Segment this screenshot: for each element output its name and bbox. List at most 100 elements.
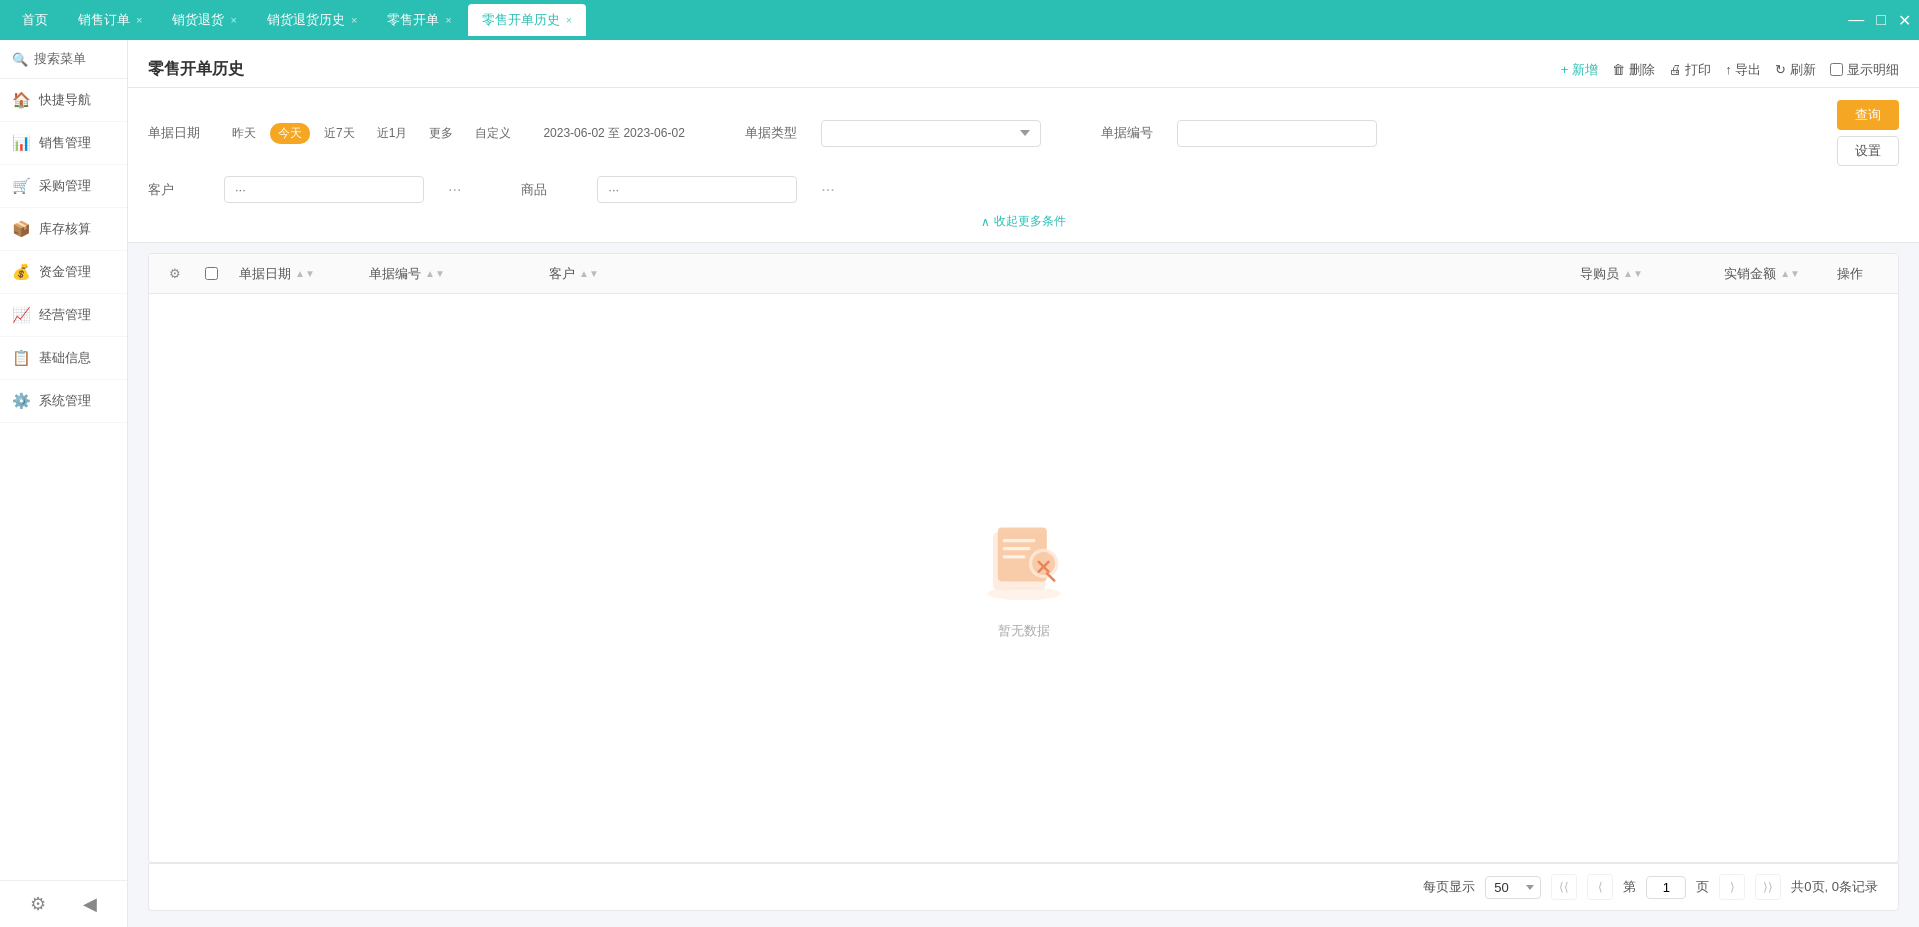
product-dots[interactable]: ··· [821,181,834,199]
customer-input[interactable] [224,176,424,203]
tab-label-sales-return-history: 销货退货历史 [267,11,345,29]
sidebar-items: 🏠 快捷导航 📊销售管理🛒采购管理📦库存核算💰资金管理 📈 经营管理 📋基础信息 ⚙️ 系统管… [0,79,127,423]
th-order-no-label: 单据编号 [369,265,421,283]
query-button[interactable]: 查询 [1837,100,1899,130]
th-order-no[interactable]: 单据编号 ▲▼ [359,265,539,283]
close-button[interactable]: ✕ [1898,11,1911,30]
sidebar-label-quick-nav: 快捷导航 [39,91,91,109]
th-date-sort-icon: ▲▼ [295,269,315,279]
tabs-container: 首页销售订单×销货退货×销货退货历史×零售开单×零售开单历史× [8,4,586,36]
shortcut-yesterday[interactable]: 昨天 [224,123,264,144]
customer-dots[interactable]: ··· [448,181,461,199]
th-amount[interactable]: 实销金额 ▲▼ [1690,265,1810,283]
th-guide-label: 导购员 [1580,265,1619,283]
sidebar-item-base-info[interactable]: 📋基础信息 [0,337,127,380]
collapse-label: 收起更多条件 [994,213,1066,230]
next-page-button[interactable]: ⟩ [1719,874,1745,900]
sidebar-label-sys-mgmt: 系统管理 [39,392,91,410]
delete-button[interactable]: 🗑 删除 [1612,61,1655,79]
svg-rect-4 [1002,547,1030,550]
prev-page-button[interactable]: ⟨ [1587,874,1613,900]
th-date-label: 单据日期 [239,265,291,283]
sidebar-item-finance[interactable]: 💰资金管理 [0,251,127,294]
shortcut-today[interactable]: 今天 [270,123,310,144]
table-container: ⚙ 单据日期 ▲▼ 单据编号 ▲▼ 客户 ▲▼ 导购员 [148,253,1899,863]
print-button[interactable]: 🖨 打印 [1669,61,1712,79]
tab-close-sales-return[interactable]: × [230,14,236,26]
th-amount-label: 实销金额 [1724,265,1776,283]
th-customer-sort-icon: ▲▼ [579,269,599,279]
toolbar: + 新增 🗑 删除 🖨 打印 ↑ 导出 ↻ 刷新 显示明细 [1561,61,1899,79]
sidebar-footer: ⚙ ◀ [0,880,127,927]
th-customer[interactable]: 客户 ▲▼ [539,265,1570,283]
minimize-button[interactable]: — [1848,11,1864,30]
date-range-display: 2023-06-02 至 2023-06-02 [543,125,684,142]
sidebar-icon-operations: 📈 [12,306,31,324]
show-detail-input[interactable] [1830,63,1843,76]
collapse-bar[interactable]: ∧ 收起更多条件 [148,213,1899,230]
svg-rect-5 [1002,555,1025,558]
per-page-select[interactable]: 50 10 20 100 [1485,876,1541,899]
first-page-button[interactable]: ⟨⟨ [1551,874,1577,900]
shortcut-last1m[interactable]: 近1月 [369,123,416,144]
tab-retail-history[interactable]: 零售开单历史 × [468,4,586,36]
collapse-icon[interactable]: ◀ [83,893,97,915]
tab-close-retail-open[interactable]: × [445,14,451,26]
sidebar-item-inventory[interactable]: 📦库存核算 [0,208,127,251]
pagination-bar: 每页显示 50 10 20 100 ⟨⟨ ⟨ 第 页 ⟩ ⟩⟩ 共0页, 0条记… [148,863,1899,911]
tab-sales-return[interactable]: 销货退货× [158,4,250,36]
sidebar-item-sys-mgmt[interactable]: ⚙️ 系统管理 [0,380,127,423]
sidebar-item-operations[interactable]: 📈 经营管理 [0,294,127,337]
sidebar-search[interactable]: 🔍 搜索菜单 [0,40,127,79]
shortcut-last7[interactable]: 近7天 [316,123,363,144]
settings-icon[interactable]: ⚙ [30,893,46,915]
shortcut-more[interactable]: 更多 [421,123,461,144]
empty-text: 暂无数据 [998,622,1050,640]
tab-retail-open[interactable]: 零售开单× [373,4,465,36]
shortcut-custom[interactable]: 自定义 [467,123,519,144]
last-page-button[interactable]: ⟩⟩ [1755,874,1781,900]
table-select-all[interactable] [193,267,229,280]
tab-sales-return-history[interactable]: 销货退货历史 × [253,4,371,36]
customer-label: 客户 [148,181,204,199]
select-all-checkbox[interactable] [205,267,218,280]
doc-type-label: 单据类型 [745,124,801,142]
empty-state: 暂无数据 [149,294,1898,862]
th-customer-label: 客户 [549,265,575,283]
th-guide-sort-icon: ▲▼ [1623,269,1643,279]
add-button[interactable]: + 新增 [1561,61,1598,79]
sidebar-icon-quick-nav: 🏠 [12,91,31,109]
product-input[interactable] [597,176,797,203]
page-header: 零售开单历史 + 新增 🗑 删除 🖨 打印 ↑ 导出 ↻ 刷新 显示明细 [128,40,1919,88]
sidebar-item-purchase-mgmt[interactable]: 🛒采购管理 [0,165,127,208]
settings-button[interactable]: 设置 [1837,136,1899,166]
tab-close-sales-return-history[interactable]: × [351,14,357,26]
th-amount-sort-icon: ▲▼ [1780,269,1800,279]
empty-illustration [974,516,1074,606]
tab-sales-order[interactable]: 销售订单× [64,4,156,36]
doc-type-select[interactable] [821,120,1041,147]
sidebar-icon-base-info: 📋 [12,349,31,367]
page-label: 页 [1696,878,1709,896]
sidebar-label-operations: 经营管理 [39,306,91,324]
filter-row-1: 单据日期 昨天 今天 近7天 近1月 更多 自定义 2023-06-02 至 2… [148,100,1899,166]
th-guide[interactable]: 导购员 ▲▼ [1570,265,1690,283]
show-detail-checkbox[interactable]: 显示明细 [1830,61,1899,79]
table-settings-icon[interactable]: ⚙ [157,266,193,281]
page-number-input[interactable] [1646,876,1686,899]
sidebar-search-label: 搜索菜单 [34,50,86,68]
date-shortcuts: 昨天 今天 近7天 近1月 更多 自定义 [224,123,519,144]
sidebar-icon-sys-mgmt: ⚙️ [12,392,31,410]
sidebar-item-quick-nav[interactable]: 🏠 快捷导航 [0,79,127,122]
maximize-button[interactable]: □ [1876,11,1886,30]
tab-close-retail-history[interactable]: × [566,14,572,26]
tab-label-retail-history: 零售开单历史 [482,11,560,29]
top-tabbar: 首页销售订单×销货退货×销货退货历史×零售开单×零售开单历史× — □ ✕ [0,0,1919,40]
tab-home[interactable]: 首页 [8,4,62,36]
export-button[interactable]: ↑ 导出 [1725,61,1761,79]
th-date[interactable]: 单据日期 ▲▼ [229,265,359,283]
sidebar-item-sales-mgmt[interactable]: 📊销售管理 [0,122,127,165]
doc-no-input[interactable] [1177,120,1377,147]
tab-close-sales-order[interactable]: × [136,14,142,26]
refresh-button[interactable]: ↻ 刷新 [1775,61,1816,79]
